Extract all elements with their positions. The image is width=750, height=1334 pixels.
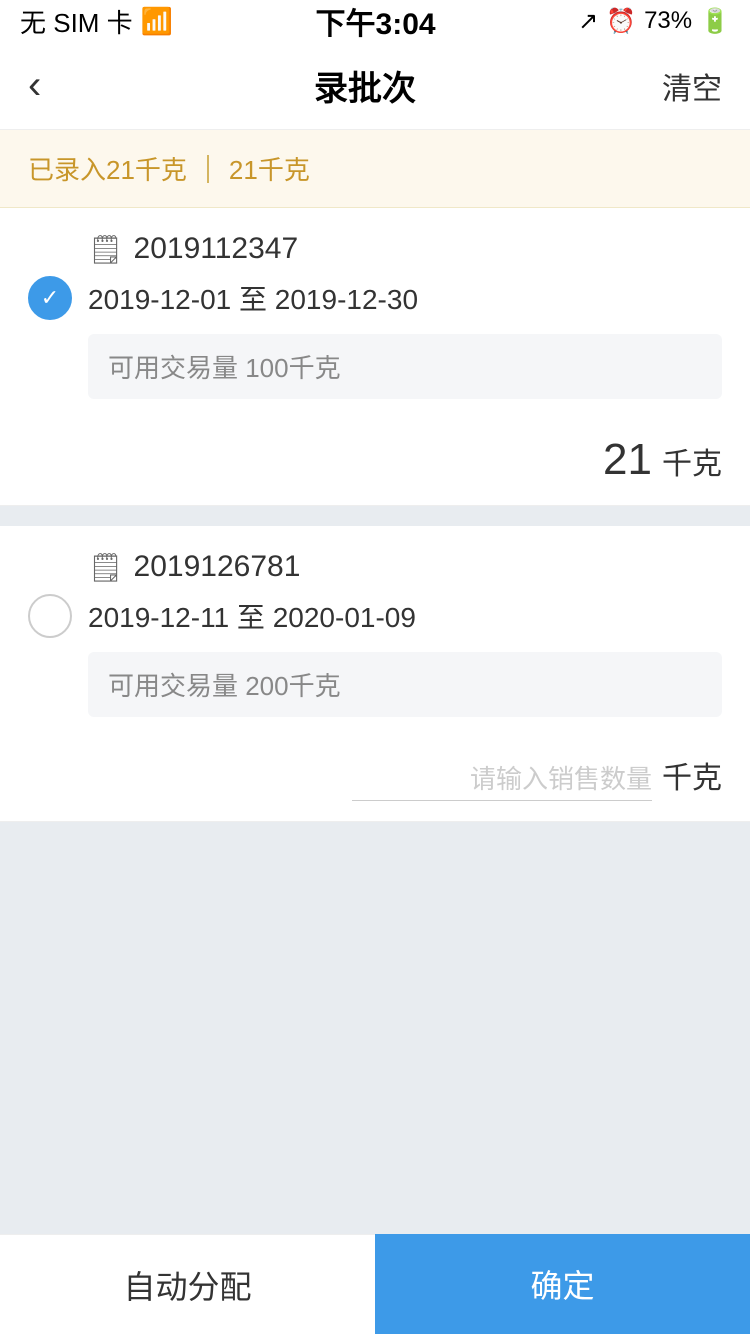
batch-date-1: 2019-12-01 至 2019-12-30 xyxy=(88,278,418,318)
item-separator xyxy=(0,506,750,526)
batch-id-1: 2019112347 xyxy=(134,232,299,266)
page-title: 录批次 xyxy=(314,61,416,110)
batch-item-container-2: 🗒 2019126781 2019-12-11 至 2020-01-09 可用交… xyxy=(0,526,750,737)
clear-button[interactable]: 清空 xyxy=(642,64,722,108)
battery-label: 73% xyxy=(644,7,692,35)
sim-label: 无 SIM 卡 xyxy=(20,3,133,40)
auto-distribute-button[interactable]: 自动分配 xyxy=(0,1234,375,1334)
info-banner: 已录入21千克 21千克 xyxy=(0,130,750,208)
quantity-row-1: 21 千克 xyxy=(0,419,750,506)
status-left: 无 SIM 卡 📶 xyxy=(20,3,173,40)
batch-item-container-1: 🗒 2019112347 2019-12-01 至 2019-12-30 可用交… xyxy=(0,208,750,419)
batch-avail-text-2: 可用交易量 200千克 xyxy=(108,671,341,701)
quantity-input-row-2: 千克 xyxy=(0,737,750,822)
wifi-icon: 📶 xyxy=(141,6,173,37)
status-time: 下午3:04 xyxy=(316,0,436,43)
batch-avail-row-2: 可用交易量 200千克 xyxy=(88,652,722,717)
batch-avail-text-1: 可用交易量 100千克 xyxy=(108,353,341,383)
recorded-label: 已录入21千克 xyxy=(28,150,187,187)
gray-area xyxy=(0,822,750,1272)
status-bar: 无 SIM 卡 📶 下午3:04 ↗ ⏰ 73% 🔋 xyxy=(0,0,750,42)
batch-item-1: 🗒 2019112347 2019-12-01 至 2019-12-30 可用交… xyxy=(0,208,750,506)
quantity-unit-1: 千克 xyxy=(662,439,722,483)
batch-header-1: 🗒 2019112347 xyxy=(88,232,722,266)
radio-button-1[interactable] xyxy=(28,276,72,320)
quantity-unit-2: 千克 xyxy=(662,753,722,797)
batch-header-2: 🗒 2019126781 xyxy=(88,550,722,584)
alarm-icon: ⏰ xyxy=(606,7,636,36)
radio-button-2[interactable] xyxy=(28,594,72,638)
batch-doc-icon-1: 🗒 xyxy=(88,233,124,266)
batch-date-row-1[interactable]: 2019-12-01 至 2019-12-30 xyxy=(28,276,722,320)
confirm-button[interactable]: 确定 xyxy=(375,1234,750,1334)
batch-doc-icon-2: 🗒 xyxy=(88,551,124,584)
location-icon: ↗ xyxy=(578,7,598,36)
batch-item-2: 🗒 2019126781 2019-12-11 至 2020-01-09 可用交… xyxy=(0,526,750,822)
recorded-value: 21千克 xyxy=(229,150,310,187)
batch-date-2: 2019-12-11 至 2020-01-09 xyxy=(88,596,416,636)
bottom-buttons: 自动分配 确定 xyxy=(0,1234,750,1334)
status-right: ↗ ⏰ 73% 🔋 xyxy=(578,7,730,36)
back-button[interactable]: ‹ xyxy=(28,63,88,108)
quantity-input-2[interactable] xyxy=(352,762,652,801)
nav-bar: ‹ 录批次 清空 xyxy=(0,42,750,130)
battery-icon: 🔋 xyxy=(700,7,730,36)
info-divider xyxy=(207,155,209,183)
batch-avail-row-1: 可用交易量 100千克 xyxy=(88,334,722,399)
batch-date-row-2[interactable]: 2019-12-11 至 2020-01-09 xyxy=(28,594,722,638)
batch-id-2: 2019126781 xyxy=(134,550,301,584)
quantity-value-1: 21 xyxy=(603,435,652,485)
